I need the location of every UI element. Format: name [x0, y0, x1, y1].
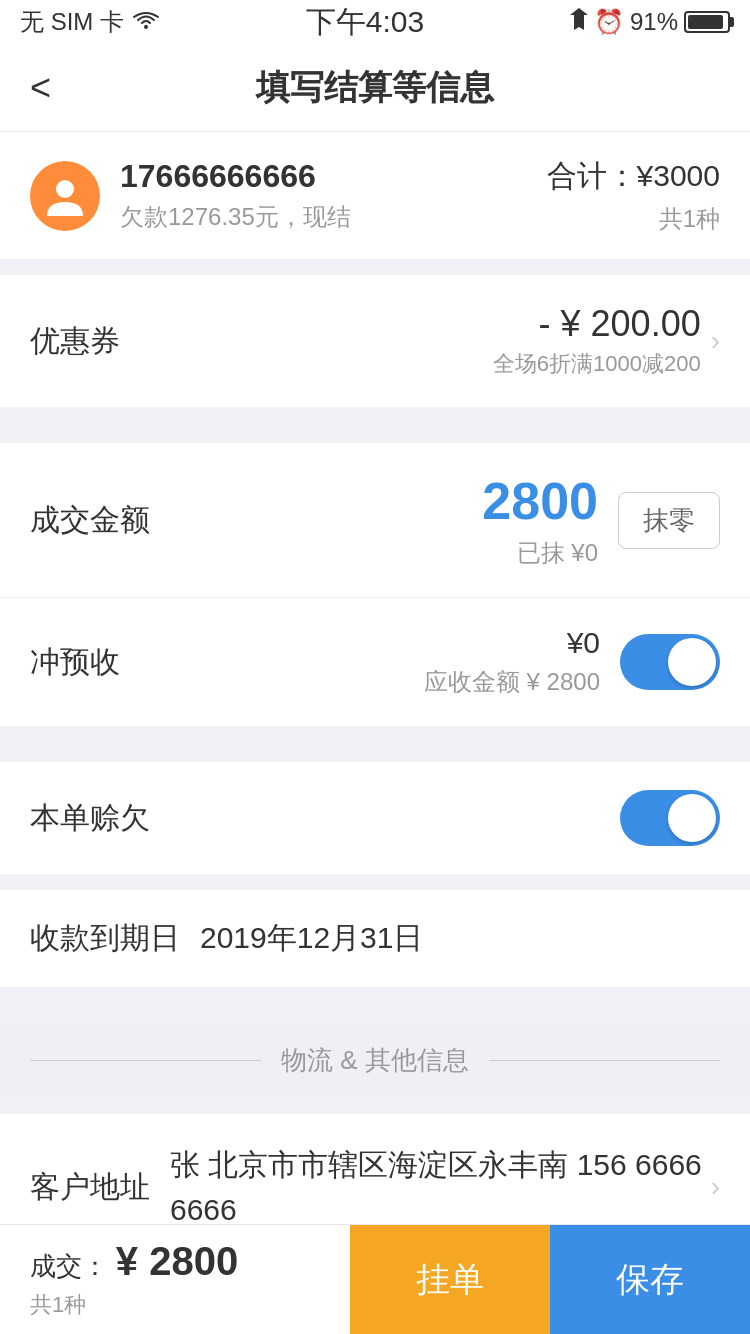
coupon-discount: - ¥ 200.00: [493, 303, 701, 345]
address-value: 张 北京市市辖区海淀区永丰南 156 6666 6666: [170, 1142, 711, 1232]
bottom-deal-line: 成交： ¥ 2800: [30, 1239, 320, 1284]
customer-left: 17666666666 欠款1276.35元，现结: [30, 158, 351, 233]
section-gap-1: [0, 423, 750, 443]
receivable-amount: 应收金额 ¥ 2800: [424, 666, 600, 698]
total-amount: 合计：¥3000: [547, 156, 720, 197]
credit-row: 本单赊欠: [0, 762, 750, 874]
prepay-row: 冲预收 ¥0 应收金额 ¥ 2800: [0, 598, 750, 726]
logistics-label: 物流 & 其他信息: [281, 1043, 469, 1078]
bottom-deal-count: 共1种: [30, 1290, 320, 1320]
alarm-icon: ⏰: [594, 8, 624, 36]
customer-card: 17666666666 欠款1276.35元，现结 合计：¥3000 共1种: [0, 132, 750, 259]
prepay-amount: ¥0: [424, 626, 600, 660]
customer-info: 17666666666 欠款1276.35元，现结: [120, 158, 351, 233]
prepay-toggle[interactable]: [620, 634, 720, 690]
status-right: ⏰ 91%: [570, 8, 730, 36]
bottom-deal-label: 成交：: [30, 1251, 108, 1281]
coupon-row[interactable]: 优惠券 - ¥ 200.00 全场6折满1000减200 ›: [0, 275, 750, 407]
section-gap-2: [0, 742, 750, 762]
duedate-label: 收款到期日: [30, 918, 180, 959]
customer-phone: 17666666666: [120, 158, 351, 195]
svg-point-0: [144, 25, 148, 29]
main-content: 17666666666 欠款1276.35元，现结 合计：¥3000 共1种 优…: [0, 132, 750, 1334]
avatar: [30, 161, 100, 231]
credit-toggle[interactable]: [620, 790, 720, 846]
coupon-right: - ¥ 200.00 全场6折满1000减200 ›: [493, 303, 720, 379]
divider-line-left: [30, 1060, 261, 1061]
address-chevron: ›: [711, 1171, 720, 1203]
back-button[interactable]: <: [30, 67, 90, 109]
address-label: 客户地址: [30, 1167, 150, 1208]
coupon-detail: - ¥ 200.00 全场6折满1000减200: [493, 303, 701, 379]
transaction-section: 成交金额 2800 已抹 ¥0 抹零 冲预收 ¥0 应收金额 ¥ 2800: [0, 443, 750, 726]
coupon-label: 优惠券: [30, 321, 120, 362]
amount-row: 成交金额 2800 已抹 ¥0 抹零: [0, 443, 750, 598]
status-left: 无 SIM 卡: [20, 6, 160, 38]
battery-percent: 91%: [630, 8, 678, 36]
page-title: 填写结算等信息: [256, 65, 494, 111]
battery-icon: [684, 11, 730, 33]
amount-label: 成交金额: [30, 500, 150, 541]
bottom-bar: 成交： ¥ 2800 共1种 挂单 保存: [0, 1224, 750, 1334]
bottom-deal-amount: ¥ 2800: [116, 1239, 238, 1283]
amount-sub: 已抹 ¥0: [482, 537, 598, 569]
prepay-info: ¥0 应收金额 ¥ 2800: [424, 626, 600, 698]
toggle-knob: [668, 638, 716, 686]
nav-bar: < 填写结算等信息: [0, 44, 750, 132]
save-button[interactable]: 保存: [550, 1225, 750, 1335]
prepay-label: 冲预收: [30, 642, 120, 683]
coupon-chevron: ›: [711, 325, 720, 357]
customer-right: 合计：¥3000 共1种: [547, 156, 720, 235]
toggle-right: ¥0 应收金额 ¥ 2800: [424, 626, 720, 698]
hold-button[interactable]: 挂单: [350, 1225, 550, 1335]
amount-value: 2800: [482, 471, 598, 531]
total-count: 共1种: [547, 203, 720, 235]
duedate-value: 2019年12月31日: [200, 918, 423, 959]
bottom-summary: 成交： ¥ 2800 共1种: [0, 1239, 350, 1320]
location-icon: [570, 8, 588, 36]
svg-point-1: [56, 180, 74, 198]
status-bar: 无 SIM 卡 下午4:03 ⏰ 91%: [0, 0, 750, 44]
status-time: 下午4:03: [306, 2, 424, 43]
amount-number-col: 2800 已抹 ¥0: [482, 471, 598, 569]
credit-toggle-knob: [668, 794, 716, 842]
customer-debt: 欠款1276.35元，现结: [120, 201, 351, 233]
wifi-icon: [132, 8, 160, 36]
coupon-desc: 全场6折满1000减200: [493, 349, 701, 379]
divider-line-right: [489, 1060, 720, 1061]
section-gap-3: [0, 1003, 750, 1023]
amount-right: 2800 已抹 ¥0 抹零: [482, 471, 720, 569]
duedate-row: 收款到期日 2019年12月31日: [0, 890, 750, 987]
round-button[interactable]: 抹零: [618, 492, 720, 549]
no-sim-text: 无 SIM 卡: [20, 6, 124, 38]
logistics-divider: 物流 & 其他信息: [0, 1023, 750, 1098]
credit-label: 本单赊欠: [30, 798, 150, 839]
